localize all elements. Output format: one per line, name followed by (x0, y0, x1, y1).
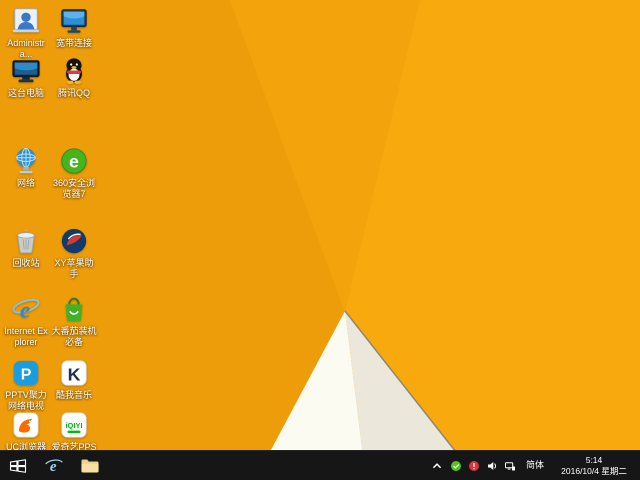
show-hidden-icons-button[interactable] (430, 451, 444, 480)
desktop-icon-broadband[interactable]: 宽带连接 (51, 6, 97, 49)
desktop-icon-label: 360安全浏览器7 (52, 178, 96, 199)
taskbar-file-explorer-button[interactable] (72, 451, 108, 480)
start-button[interactable] (0, 451, 36, 480)
tray-icon-cluster (449, 451, 517, 480)
desktop-icon-tomato-bag[interactable]: 大番茄装机必备 (51, 294, 97, 347)
desktop: Administra... 宽带连接这台电脑 腾讯QQ 网络 e 360安全浏览器7 回收站… (0, 0, 640, 480)
desktop-icon-iqiyi-pps[interactable]: iQIYI 爱奇艺PPS (51, 410, 97, 453)
desktop-icon-label: 网络 (16, 178, 35, 188)
svg-text:e: e (69, 152, 79, 172)
desktop-icon-label: 宽带连接 (55, 38, 92, 48)
xy-assistant-icon (59, 226, 89, 256)
desktop-icon-label: PPTV聚力网络电视 (5, 390, 47, 411)
desktop-icon-recycle-bin[interactable]: 回收站 (3, 226, 49, 269)
desktop-icon-ie[interactable]: e Internet Explorer (3, 294, 49, 347)
desktop-icon-qq[interactable]: 腾讯QQ (51, 56, 97, 99)
broadband-icon (59, 6, 89, 36)
svg-text:K: K (68, 365, 81, 385)
desktop-icon-uc-browser[interactable]: UC浏览器 (3, 410, 49, 453)
tray-icon-network[interactable] (503, 451, 517, 480)
desktop-icon-label: 回收站 (12, 258, 40, 268)
desktop-icon-label: 这台电脑 (7, 88, 44, 98)
pptv-icon: P (11, 358, 41, 388)
ie-icon: e (11, 294, 41, 324)
folder-icon (80, 456, 100, 476)
desktop-icon-xy-assistant[interactable]: XY苹果助手 (51, 226, 97, 279)
tray-icon-security-alert[interactable] (467, 451, 481, 480)
desktop-icon-grid: Administra... 宽带连接这台电脑 腾讯QQ 网络 e 360安全浏览器7 回收站… (0, 0, 640, 453)
kuwo-icon: K (59, 358, 89, 388)
desktop-icon-label: Internet Explorer (4, 326, 48, 347)
internet-explorer-icon: e (44, 456, 64, 476)
desktop-icon-network[interactable]: 网络 (3, 146, 49, 189)
tray-icon-360-safe[interactable] (449, 451, 463, 480)
recycle-bin-icon (11, 226, 41, 256)
desktop-icon-360-browser[interactable]: e 360安全浏览器7 (51, 146, 97, 199)
desktop-icon-pptv[interactable]: P PPTV聚力网络电视 (3, 358, 49, 411)
desktop-icon-label: XY苹果助手 (54, 258, 94, 279)
network-icon (11, 146, 41, 176)
system-tray: 简体 5:14 2016/10/4 星期二 (430, 451, 640, 480)
tomato-bag-icon (59, 294, 89, 324)
desktop-icon-label: 酷我音乐 (55, 390, 92, 400)
desktop-icon-kuwo[interactable]: K 酷我音乐 (51, 358, 97, 401)
clock-date: 2016/10/4 星期二 (561, 465, 627, 476)
uc-browser-icon (11, 410, 41, 440)
360-browser-icon: e (59, 146, 89, 176)
desktop-icon-this-pc[interactable]: 这台电脑 (3, 56, 49, 99)
desktop-icon-label: 大番茄装机必备 (51, 326, 97, 347)
ime-indicator[interactable]: 简体 (522, 451, 548, 480)
svg-text:iQIYI: iQIYI (65, 421, 82, 430)
tray-clock[interactable]: 5:14 2016/10/4 星期二 (553, 455, 635, 477)
user-folder-icon (11, 6, 41, 36)
taskbar: e 简体 5:14 2016/10/4 星期二 (0, 450, 640, 480)
taskbar-internet-explorer-button[interactable]: e (36, 451, 72, 480)
svg-text:e: e (20, 297, 30, 323)
desktop-icon-user-folder[interactable]: Administra... (3, 6, 49, 59)
tray-icon-volume[interactable] (485, 451, 499, 480)
clock-time: 5:14 (585, 454, 603, 465)
chevron-up-icon (431, 460, 443, 472)
windows-logo-icon (8, 456, 28, 476)
desktop-icon-label: 腾讯QQ (57, 88, 90, 98)
qq-icon (59, 56, 89, 86)
svg-text:P: P (21, 367, 32, 384)
this-pc-icon (11, 56, 41, 86)
iqiyi-pps-icon: iQIYI (59, 410, 89, 440)
